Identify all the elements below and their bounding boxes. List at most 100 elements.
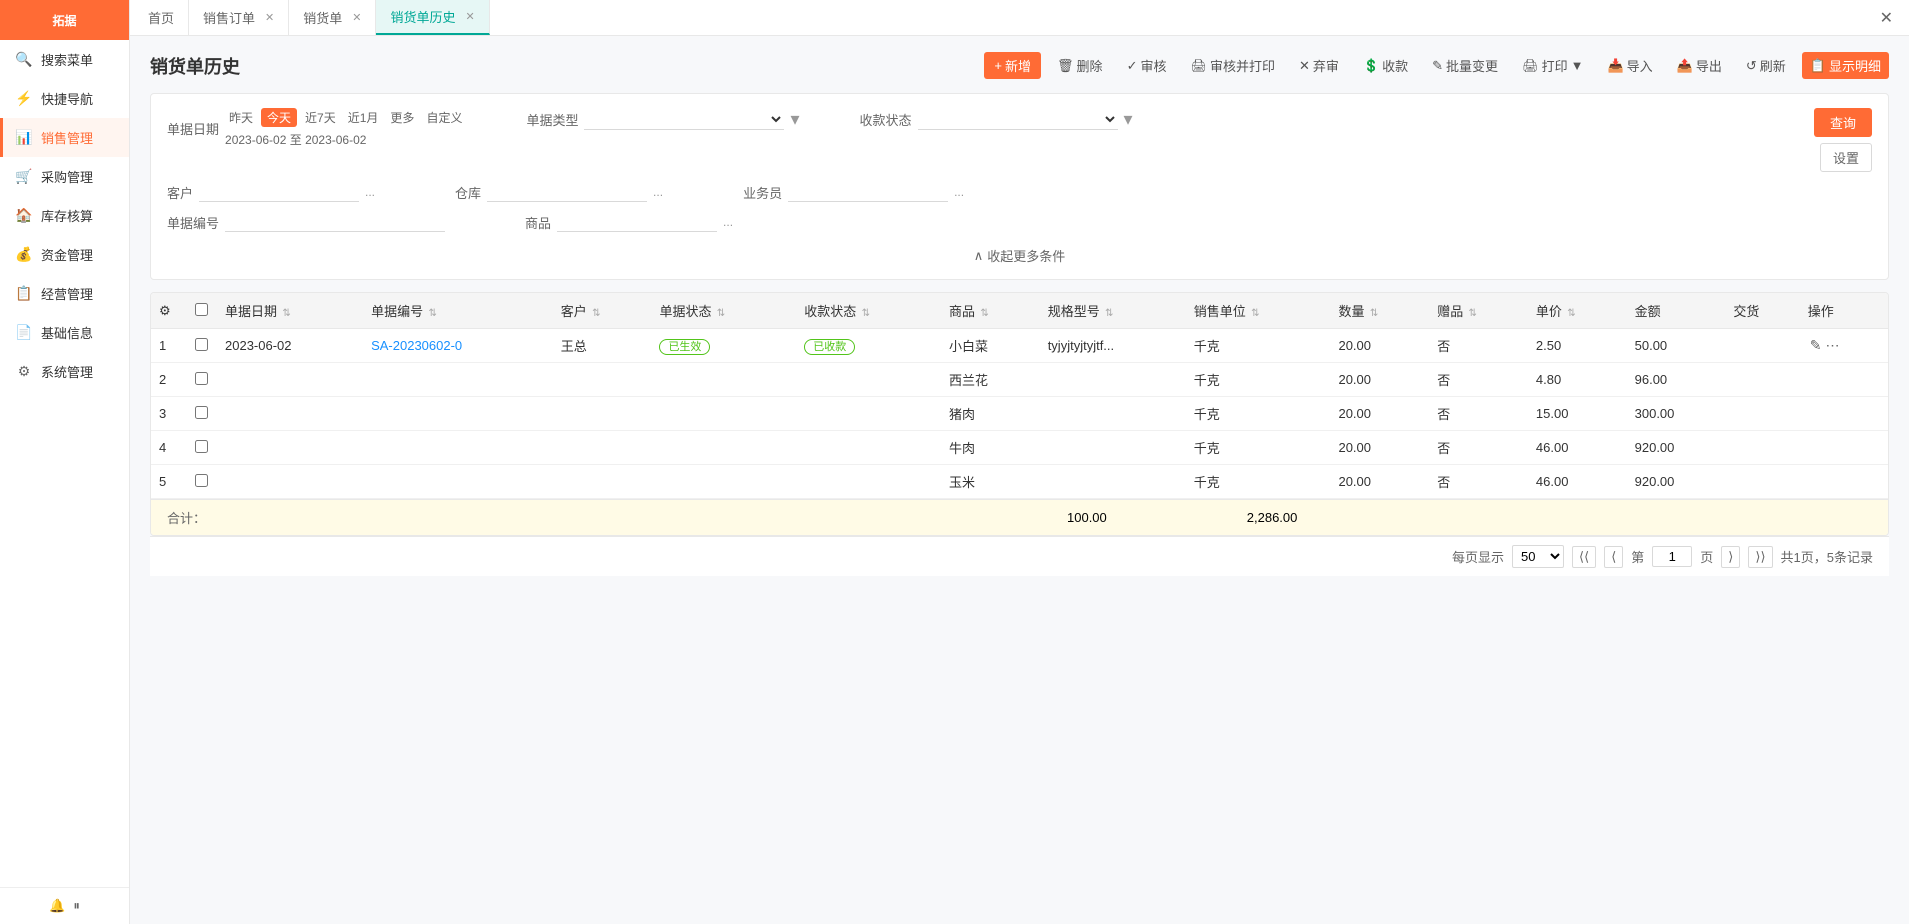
cell-checkbox[interactable]	[187, 465, 217, 499]
sort-unit-price-icon[interactable]: ⇅	[1567, 308, 1575, 319]
salesperson-dots[interactable]: ...	[954, 185, 964, 199]
date-tab-yesterday[interactable]: 昨天	[225, 108, 257, 127]
select-all-checkbox[interactable]	[195, 303, 208, 316]
warehouse-input[interactable]	[487, 182, 647, 202]
th-unit-price[interactable]: 单价 ⇅	[1528, 293, 1627, 329]
last-page-button[interactable]: ⟩⟩	[1748, 546, 1772, 568]
sidebar-item-inventory[interactable]: 🏠 库存核算	[0, 196, 129, 235]
batch-change-button[interactable]: ✎ 批量变更	[1424, 52, 1506, 79]
payment-status-select[interactable]	[918, 108, 1118, 130]
date-tab-custom[interactable]: 自定义	[422, 108, 466, 127]
sidebar-item-system[interactable]: ⚙ 系统管理	[0, 352, 129, 391]
payment-status-dropdown-icon[interactable]: ▾	[1124, 109, 1133, 130]
doc-no-input[interactable]	[225, 212, 445, 232]
th-checkbox[interactable]	[187, 293, 217, 329]
customer-dots[interactable]: ...	[365, 185, 375, 199]
sidebar-item-fund[interactable]: 💰 资金管理	[0, 235, 129, 274]
audit-print-button[interactable]: 🖨 审核并打印	[1182, 52, 1283, 79]
sidebar-item-sales[interactable]: 📊 销售管理	[0, 118, 129, 157]
date-tab-1month[interactable]: 近1月	[344, 108, 383, 127]
row-checkbox[interactable]	[195, 406, 208, 419]
row-checkbox[interactable]	[195, 372, 208, 385]
sidebar-item-purchase[interactable]: 🛒 采购管理	[0, 157, 129, 196]
sidebar-item-quicknav[interactable]: ⚡ 快捷导航	[0, 79, 129, 118]
tab-close-sales-history[interactable]: ✕	[466, 10, 475, 23]
notification-icon[interactable]: 🔔	[49, 898, 65, 914]
cell-customer	[553, 465, 652, 499]
sort-goods-icon[interactable]: ⇅	[980, 308, 988, 319]
row-checkbox[interactable]	[195, 440, 208, 453]
tab-sales-goods[interactable]: 销货单 ✕	[289, 0, 376, 35]
goods-input[interactable]	[557, 212, 717, 232]
abandon-button[interactable]: ✕ 弃审	[1291, 52, 1347, 79]
th-doc-no[interactable]: 单据编号 ⇅	[363, 293, 553, 329]
print-icon: 🖨	[1522, 58, 1539, 74]
edit-action-icon[interactable]: ✎	[1810, 337, 1822, 353]
tab-sales-order[interactable]: 销售订单 ✕	[189, 0, 289, 35]
th-unit[interactable]: 销售单位 ⇅	[1186, 293, 1331, 329]
settings-button[interactable]: 设置	[1820, 143, 1872, 172]
customer-input[interactable]	[199, 182, 359, 202]
page-input[interactable]	[1652, 546, 1692, 567]
sort-customer-icon[interactable]: ⇅	[592, 308, 600, 319]
pause-icon[interactable]: ⏸	[73, 898, 80, 914]
tab-sales-history[interactable]: 销货单历史 ✕	[376, 0, 489, 35]
tab-close-sales-goods[interactable]: ✕	[352, 11, 361, 24]
th-doc-date[interactable]: 单据日期 ⇅	[217, 293, 363, 329]
first-page-button[interactable]: ⟨⟨	[1572, 546, 1596, 568]
sort-payment-status-icon[interactable]: ⇅	[862, 308, 870, 319]
date-tab-7days[interactable]: 近7天	[301, 108, 340, 127]
sort-gift-icon[interactable]: ⇅	[1469, 308, 1477, 319]
row-checkbox[interactable]	[195, 474, 208, 487]
warehouse-dots[interactable]: ...	[653, 185, 663, 199]
show-detail-button[interactable]: 📋 显示明细	[1802, 52, 1889, 79]
new-button[interactable]: + 新增	[984, 52, 1041, 79]
audit-button[interactable]: ✓ 审核	[1119, 52, 1175, 79]
filter-date: 单据日期 昨天 今天 近7天 近1月 更多 自定义 2023-06-02 至 2…	[167, 108, 466, 148]
prev-page-button[interactable]: ⟨	[1604, 546, 1623, 568]
import-button[interactable]: 📥 导入	[1599, 52, 1660, 79]
per-page-select[interactable]: 50 100 200	[1512, 545, 1564, 568]
th-gift[interactable]: 赠品 ⇅	[1429, 293, 1528, 329]
query-button[interactable]: 查询	[1814, 108, 1872, 137]
th-doc-status[interactable]: 单据状态 ⇅	[651, 293, 796, 329]
tab-close-sales-order[interactable]: ✕	[265, 11, 274, 24]
window-close-button[interactable]: ✕	[1868, 8, 1905, 28]
sort-doc-date-icon[interactable]: ⇅	[282, 308, 290, 319]
date-tab-more[interactable]: 更多	[386, 108, 418, 127]
cell-checkbox[interactable]	[187, 397, 217, 431]
refresh-button[interactable]: ↺ 刷新	[1738, 52, 1794, 79]
sidebar-item-operation[interactable]: 📋 经营管理	[0, 274, 129, 313]
salesperson-input[interactable]	[788, 182, 948, 202]
collapse-row[interactable]: ∧ 收起更多条件	[167, 242, 1872, 265]
sidebar-item-search[interactable]: 🔍 搜索菜单	[0, 40, 129, 79]
th-customer[interactable]: 客户 ⇅	[553, 293, 652, 329]
sort-doc-no-icon[interactable]: ⇅	[428, 308, 436, 319]
next-page-button[interactable]: ⟩	[1721, 546, 1740, 568]
date-tab-today[interactable]: 今天	[261, 108, 297, 127]
goods-dots[interactable]: ...	[723, 215, 733, 229]
th-payment-status[interactable]: 收款状态 ⇅	[796, 293, 941, 329]
sort-doc-status-icon[interactable]: ⇅	[717, 308, 725, 319]
doc-type-select[interactable]	[584, 108, 784, 130]
cell-checkbox[interactable]	[187, 363, 217, 397]
sort-unit-icon[interactable]: ⇅	[1251, 308, 1259, 319]
row-checkbox[interactable]	[195, 338, 208, 351]
th-settings[interactable]: ⚙	[151, 293, 187, 329]
th-goods[interactable]: 商品 ⇅	[941, 293, 1040, 329]
doc-no-link[interactable]: SA-20230602-0	[371, 338, 462, 353]
th-spec[interactable]: 规格型号 ⇅	[1040, 293, 1186, 329]
sidebar-item-basic[interactable]: 📄 基础信息	[0, 313, 129, 352]
print-button[interactable]: 🖨 打印 ▼	[1514, 52, 1591, 79]
export-button[interactable]: 📤 导出	[1669, 52, 1730, 79]
sort-spec-icon[interactable]: ⇅	[1105, 308, 1113, 319]
doc-type-dropdown-icon[interactable]: ▾	[790, 109, 799, 130]
more-action-icon[interactable]: ⋯	[1826, 337, 1840, 353]
delete-button[interactable]: 🗑 删除	[1049, 52, 1111, 79]
sort-quantity-icon[interactable]: ⇅	[1370, 308, 1378, 319]
tab-home[interactable]: 首页	[134, 0, 189, 35]
cell-checkbox[interactable]	[187, 431, 217, 465]
th-quantity[interactable]: 数量 ⇅	[1330, 293, 1429, 329]
cell-checkbox[interactable]	[187, 329, 217, 363]
collect-button[interactable]: 💲 收款	[1355, 52, 1416, 79]
